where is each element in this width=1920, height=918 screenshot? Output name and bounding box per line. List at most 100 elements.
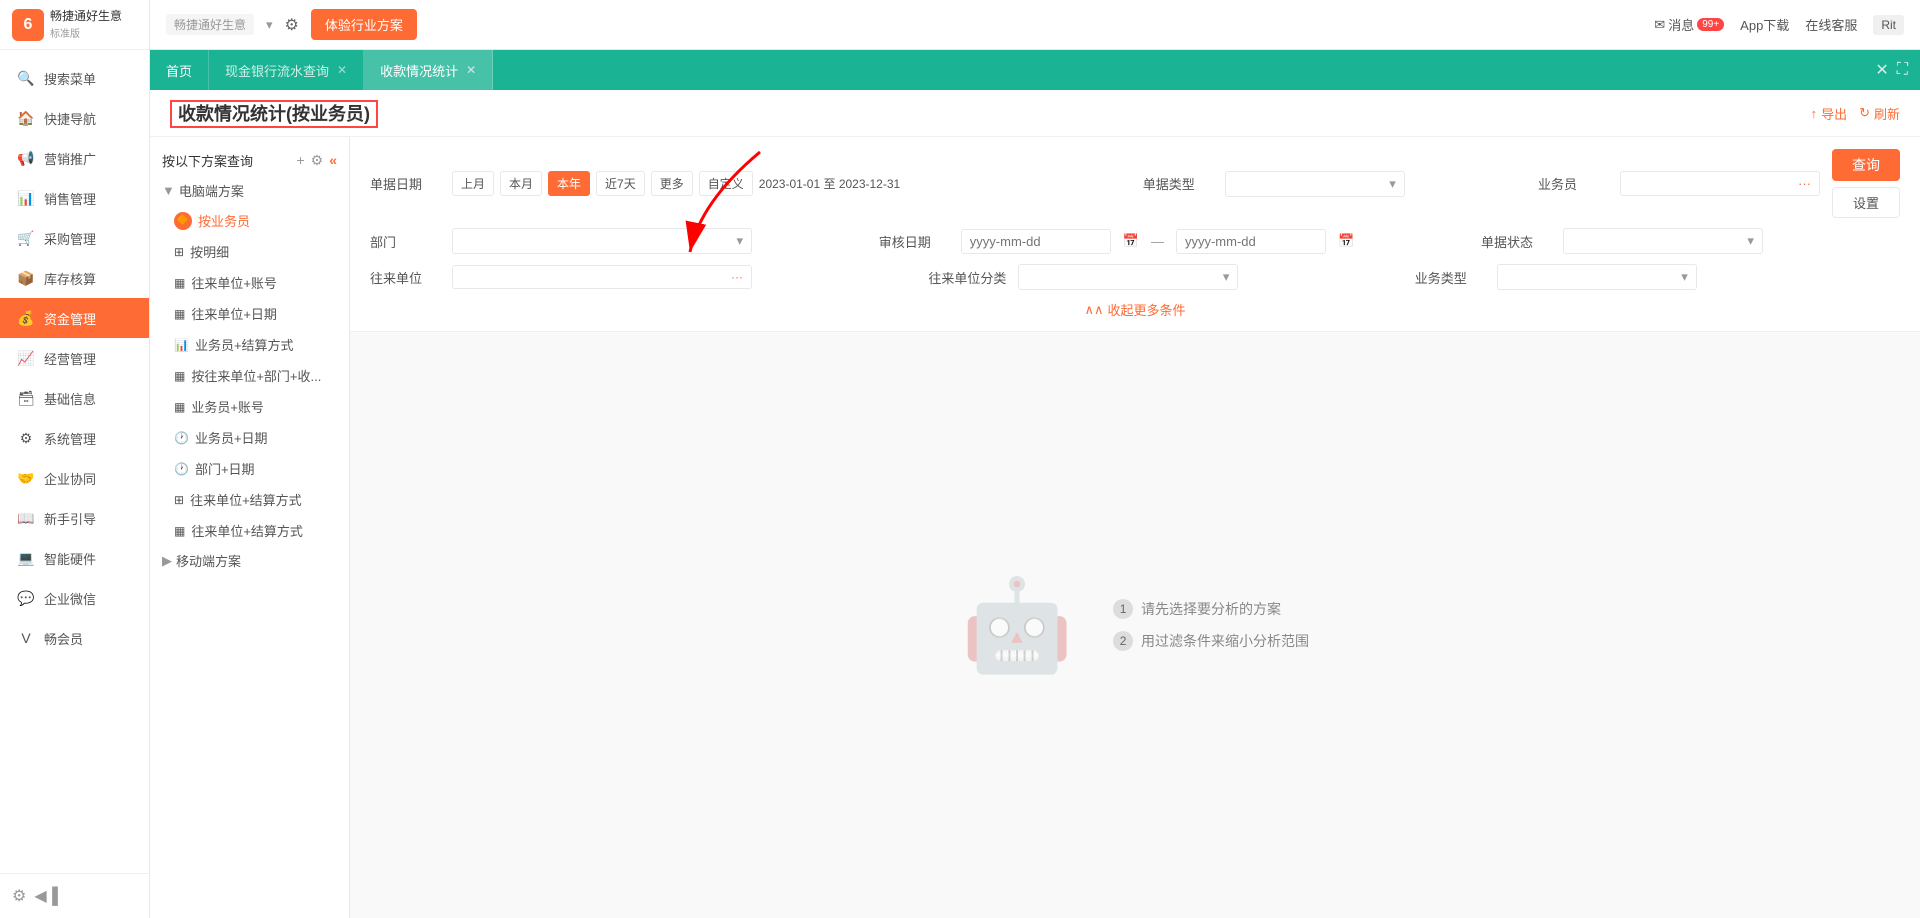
category-expand-icon: ▼: [162, 183, 175, 198]
sidebar-item-search-menu[interactable]: 🔍 搜索菜单: [0, 58, 149, 98]
message-area[interactable]: ✉ 消息 99+: [1654, 15, 1724, 34]
scheme-item-by-salesperson[interactable]: 🔶 按业务员: [150, 205, 349, 236]
tabbar: 首页 现金银行流水查询 ✕ 收款情况统计 ✕ ✕ ⛶: [150, 50, 1920, 90]
sidebar-item-guide[interactable]: 📖 新手引导: [0, 498, 149, 538]
tab-home[interactable]: 首页: [150, 50, 209, 90]
review-date-from[interactable]: [961, 229, 1111, 254]
counterpart-label: 往来单位: [370, 268, 440, 287]
scheme-item-detail[interactable]: ⊞ 按明细: [150, 236, 349, 267]
trial-button[interactable]: 体验行业方案: [311, 9, 417, 40]
sidebar-item-member[interactable]: V 畅会员: [0, 618, 149, 658]
scheme-item-salesperson-settle[interactable]: 📊 业务员+结算方式: [150, 329, 349, 360]
tab-bank-flow[interactable]: 现金银行流水查询 ✕: [209, 50, 364, 90]
salesperson-more-icon: ···: [1798, 176, 1811, 191]
sidebar-item-cooperation[interactable]: 🤝 企业协同: [0, 458, 149, 498]
sidebar-item-inventory[interactable]: 📦 库存核算: [0, 258, 149, 298]
workspace: 按以下方案查询 + ⚙ « ▼ 电脑端方案 🔶 按业务员: [150, 137, 1920, 918]
date-btn-custom[interactable]: 自定义: [699, 171, 753, 196]
doc-status-select[interactable]: ▾: [1563, 228, 1763, 254]
calendar-to-icon[interactable]: 📅: [1338, 233, 1354, 249]
doc-type-dropdown-icon: ▾: [1389, 176, 1396, 192]
scheme-item-counterpart-settle-1[interactable]: ⊞ 往来单位+结算方式: [150, 484, 349, 515]
user-profile[interactable]: Rit: [1873, 15, 1904, 35]
salesperson-select[interactable]: ···: [1620, 171, 1820, 196]
scheme-item-dept-date[interactable]: 🕐 部门+日期: [150, 453, 349, 484]
sidebar-collapse-icon[interactable]: ◀▐: [34, 886, 58, 906]
scheme-add-icon[interactable]: +: [296, 152, 304, 169]
close-all-tabs-button[interactable]: ✕: [1875, 60, 1888, 80]
topbar-gear-icon[interactable]: ⚙: [285, 15, 299, 35]
finance-icon: 💰: [16, 308, 36, 328]
table-icon-3: ▦: [174, 369, 185, 383]
scheme-item-counterpart-account[interactable]: ▦ 往来单位+账号: [150, 267, 349, 298]
tab-bank-flow-close[interactable]: ✕: [337, 63, 347, 77]
setting-button[interactable]: 设置: [1832, 187, 1900, 218]
table-icon-2: ▦: [174, 307, 185, 321]
tab-collection-stats[interactable]: 收款情况统计 ✕: [364, 50, 493, 90]
counterpart-category-select[interactable]: ▾: [1018, 264, 1238, 290]
scheme-category-desktop[interactable]: ▼ 电脑端方案: [150, 176, 349, 205]
review-date-to[interactable]: [1176, 229, 1326, 254]
tab-collection-stats-close[interactable]: ✕: [466, 63, 476, 77]
filter-panel: 单据日期 上月 本月 本年 近7天 更多 自定义 2023-01-01 至 20…: [350, 137, 1920, 332]
hint-num-1: 1: [1113, 599, 1133, 619]
table-icon-5: ▦: [174, 524, 185, 538]
sidebar-item-hardware[interactable]: 💻 智能硬件: [0, 538, 149, 578]
sidebar-item-finance[interactable]: 💰 资金管理: [0, 298, 149, 338]
sidebar-item-operation[interactable]: 📈 经营管理: [0, 338, 149, 378]
dept-select[interactable]: ▾: [452, 228, 752, 254]
sidebar-item-quick-nav[interactable]: 🏠 快捷导航: [0, 98, 149, 138]
counterpart-select[interactable]: ···: [452, 265, 752, 289]
online-service[interactable]: 在线客服: [1805, 15, 1857, 34]
date-btn-more[interactable]: 更多: [651, 171, 693, 196]
sidebar-item-purchase[interactable]: 🛒 采购管理: [0, 218, 149, 258]
scheme-item-counterpart-settle-2[interactable]: ▦ 往来单位+结算方式: [150, 515, 349, 546]
sidebar-item-sales[interactable]: 📊 销售管理: [0, 178, 149, 218]
hint-num-2: 2: [1113, 631, 1133, 651]
empty-state-image: 🤖: [961, 573, 1073, 678]
sidebar-item-wechat[interactable]: 💬 企业微信: [0, 578, 149, 618]
hint-2: 2 用过滤条件来缩小分析范围: [1113, 631, 1309, 651]
export-button[interactable]: ↑ 导出: [1811, 104, 1848, 123]
scheme-collapse-icon[interactable]: «: [329, 152, 337, 169]
sidebar-settings-icon[interactable]: ⚙: [12, 886, 26, 906]
message-badge: 99+: [1697, 18, 1724, 31]
sidebar-item-marketing[interactable]: 📢 营销推广: [0, 138, 149, 178]
scheme-item-counterpart-dept[interactable]: ▦ 按往来单位+部门+收...: [150, 360, 349, 391]
right-content: 单据日期 上月 本月 本年 近7天 更多 自定义 2023-01-01 至 20…: [350, 137, 1920, 918]
grid-icon-2: ⊞: [174, 493, 184, 507]
topbar-chevron-icon[interactable]: ▾: [266, 17, 273, 33]
review-date-label: 审核日期: [879, 232, 949, 251]
date-dash: —: [1151, 234, 1164, 249]
expand-button[interactable]: ⛶: [1897, 61, 1908, 79]
refresh-button[interactable]: ↻ 刷新: [1859, 104, 1900, 123]
table-icon-1: ▦: [174, 276, 185, 290]
calendar-from-icon[interactable]: 📅: [1123, 233, 1139, 249]
date-filter-label: 单据日期: [370, 174, 440, 193]
sidebar-item-system[interactable]: ⚙ 系统管理: [0, 418, 149, 458]
scheme-item-counterpart-date[interactable]: ▦ 往来单位+日期: [150, 298, 349, 329]
filter-row-1: 单据日期 上月 本月 本年 近7天 更多 自定义 2023-01-01 至 20…: [370, 149, 1900, 218]
sidebar: 6 畅捷通好生意 标准版 🔍 搜索菜单 🏠 快捷导航 📢 营销推广 📊 销售管理…: [0, 0, 150, 918]
doc-type-select[interactable]: ▾: [1225, 171, 1405, 197]
date-btn-this-month[interactable]: 本月: [500, 171, 542, 196]
query-button[interactable]: 查询: [1832, 149, 1900, 181]
scheme-category-mobile[interactable]: ▶ 移动端方案: [150, 546, 349, 575]
sidebar-item-basic[interactable]: 🗃 基础信息: [0, 378, 149, 418]
topbar-right: ✉ 消息 99+ App下载 在线客服 Rit: [1654, 15, 1904, 35]
date-btn-last-month[interactable]: 上月: [452, 171, 494, 196]
chart-icon: 📊: [174, 338, 189, 352]
date-btn-this-year[interactable]: 本年: [548, 171, 590, 196]
business-type-select[interactable]: ▾: [1497, 264, 1697, 290]
scheme-item-salesperson-account[interactable]: ▦ 业务员+账号: [150, 391, 349, 422]
scheme-settings-icon[interactable]: ⚙: [311, 152, 324, 169]
date-buttons: 上月 本月 本年 近7天 更多 自定义 2023-01-01 至 2023-12…: [452, 171, 900, 196]
sidebar-nav: 🔍 搜索菜单 🏠 快捷导航 📢 营销推广 📊 销售管理 🛒 采购管理 📦 库存核…: [0, 50, 149, 873]
scheme-header: 按以下方案查询 + ⚙ «: [150, 145, 349, 176]
sidebar-logo: 6 畅捷通好生意 标准版: [0, 0, 149, 50]
scheme-item-salesperson-date[interactable]: 🕐 业务员+日期: [150, 422, 349, 453]
date-btn-7days[interactable]: 近7天: [596, 171, 645, 196]
collapse-conditions-button[interactable]: ∧∧ 收起更多条件: [370, 300, 1900, 319]
data-area: 🤖 1 请先选择要分析的方案 2 用过滤条件来缩小分析范围: [350, 332, 1920, 918]
app-download[interactable]: App下载: [1740, 15, 1789, 34]
